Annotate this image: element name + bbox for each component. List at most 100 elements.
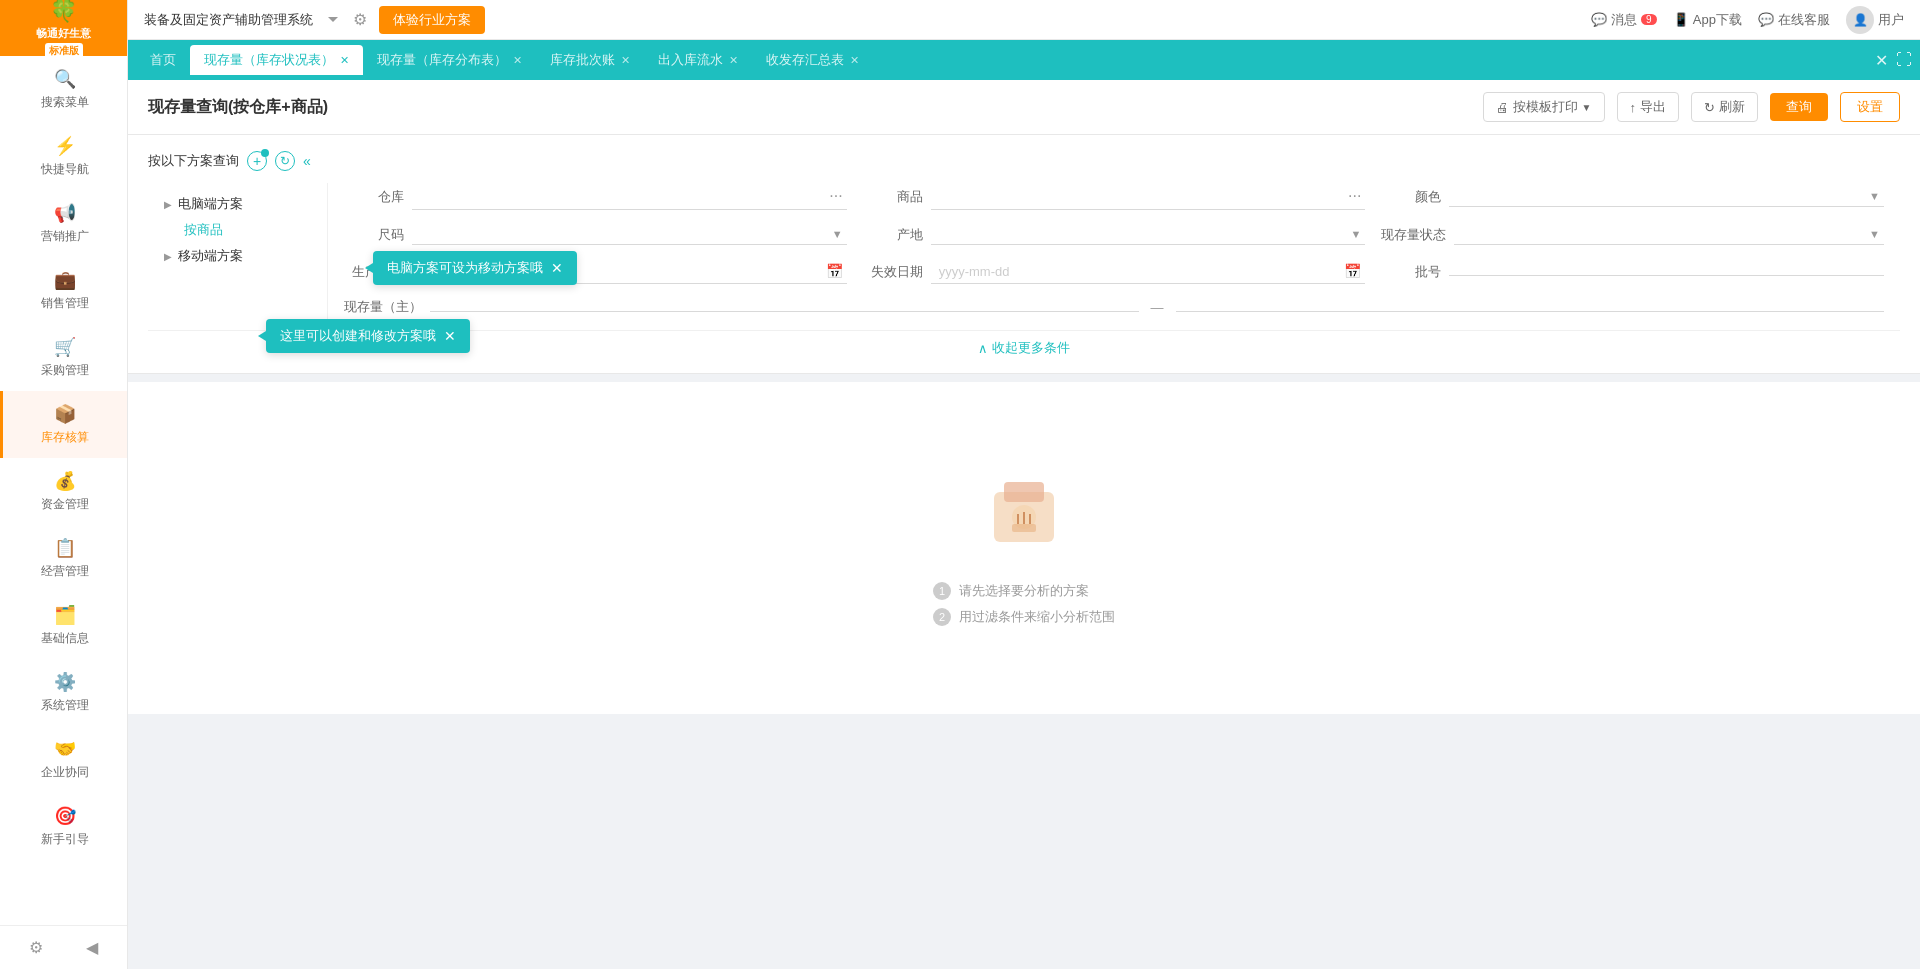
app-download-btn[interactable]: 📱 App下载 xyxy=(1673,11,1742,29)
sidebar-item-cooperation[interactable]: 🤝 企业协同 xyxy=(0,726,127,793)
back-scheme-btn[interactable]: « xyxy=(303,153,311,169)
phone-icon: 📱 xyxy=(1673,12,1689,27)
warehouse-more-icon[interactable]: ··· xyxy=(825,187,846,205)
trial-btn[interactable]: 体验行业方案 xyxy=(379,6,485,34)
warehouse-label: 仓库 xyxy=(344,188,404,206)
origin-dropdown-icon: ▼ xyxy=(1350,228,1365,240)
color-select[interactable]: ▼ xyxy=(1449,186,1884,207)
collapse-sidebar-icon[interactable]: ◀ xyxy=(86,938,98,957)
sidebar-item-inventory[interactable]: 📦 库存核算 xyxy=(0,391,127,458)
marketing-icon: 📢 xyxy=(54,202,76,224)
origin-select[interactable]: ▼ xyxy=(931,224,1366,245)
tab-home[interactable]: 首页 xyxy=(136,45,190,75)
sidebar-item-sales[interactable]: 💼 销售管理 xyxy=(0,257,127,324)
tab-close-inventory-dist[interactable]: ✕ xyxy=(513,54,522,67)
size-select[interactable]: ▼ xyxy=(412,224,847,245)
desktop-scheme-label: 电脑端方案 xyxy=(178,195,243,213)
notification-btn[interactable]: 💬 消息 9 xyxy=(1591,11,1657,29)
edit-scheme-tooltip: 这里可以创建和修改方案哦 ✕ xyxy=(266,319,470,353)
tab-in-out-flow-label: 出入库流水 xyxy=(658,51,723,69)
filter-row-2: 尺码 ▼ 产地 ▼ 现存量状态 xyxy=(344,224,1884,245)
search-btn[interactable]: 查询 xyxy=(1770,93,1828,121)
goods-label: 商品 xyxy=(863,188,923,206)
sidebar-item-system[interactable]: ⚙️ 系统管理 xyxy=(0,659,127,726)
size-dropdown-icon: ▼ xyxy=(832,228,847,240)
add-scheme-tooltip: 电脑方案可设为移动方案哦 ✕ xyxy=(373,251,577,285)
notification-label: 消息 xyxy=(1611,11,1637,29)
warehouse-select[interactable]: ··· xyxy=(412,183,847,210)
tip-text-1: 请先选择要分析的方案 xyxy=(959,582,1089,600)
finance-icon: 💰 xyxy=(54,470,76,492)
close-all-tabs-icon[interactable]: ✕ xyxy=(1875,51,1888,70)
filter-header: 按以下方案查询 + ↻ « xyxy=(148,151,1900,171)
expiry-date-calendar-icon[interactable]: 📅 xyxy=(1344,263,1365,279)
size-label: 尺码 xyxy=(344,226,404,244)
empty-tip-2: 2 用过滤条件来缩小分析范围 xyxy=(933,608,1115,626)
sidebar-item-guide[interactable]: 🎯 新手引导 xyxy=(0,793,127,860)
inventory-main-input[interactable] xyxy=(430,303,1139,312)
expiry-date-input-wrap[interactable]: yyyy-mm-dd 📅 xyxy=(931,259,1366,284)
desktop-scheme-node[interactable]: ▶ 电脑端方案 xyxy=(164,191,327,217)
mobile-scheme-label: 移动端方案 xyxy=(178,247,243,265)
scheme-tree: ▶ 电脑端方案 按商品 ▶ 移动端方案 xyxy=(148,191,327,269)
export-icon: ↑ xyxy=(1630,100,1637,115)
empty-state: 1 请先选择要分析的方案 2 用过滤条件来缩小分析范围 xyxy=(128,382,1920,714)
close-edit-tooltip-btn[interactable]: ✕ xyxy=(444,328,456,344)
print-btn[interactable]: 🖨 按模板打印 ▼ xyxy=(1483,92,1605,122)
tab-inventory-status-label: 现存量（库存状况表） xyxy=(204,51,334,69)
refresh-scheme-btn[interactable]: ↻ xyxy=(275,151,295,171)
tab-batch-account[interactable]: 库存批次账 ✕ xyxy=(536,45,644,75)
set-btn[interactable]: 设置 xyxy=(1840,92,1900,122)
filter-header-label: 按以下方案查询 xyxy=(148,152,239,170)
inventory-main-label: 现存量（主） xyxy=(344,298,422,316)
tab-in-out-flow[interactable]: 出入库流水 ✕ xyxy=(644,45,752,75)
user-label: 用户 xyxy=(1878,11,1904,29)
desktop-scheme-child-label: 按商品 xyxy=(184,221,223,239)
dropdown-arrow-icon[interactable] xyxy=(325,12,341,28)
lot-number-input[interactable] xyxy=(1449,267,1884,276)
collapse-label: 收起更多条件 xyxy=(992,339,1070,357)
sidebar-item-basic[interactable]: 🗂️ 基础信息 xyxy=(0,592,127,659)
print-dropdown-icon: ▼ xyxy=(1582,102,1592,113)
production-date-calendar-icon[interactable]: 📅 xyxy=(826,263,847,279)
sidebar-item-search-menu[interactable]: 🔍 搜索菜单 xyxy=(0,56,127,123)
tab-close-receive-summary[interactable]: ✕ xyxy=(850,54,859,67)
sidebar-item-finance[interactable]: 💰 资金管理 xyxy=(0,458,127,525)
inventory-status-select[interactable]: ▼ xyxy=(1454,224,1884,245)
user-profile[interactable]: 👤 用户 xyxy=(1846,6,1904,34)
settings-bottom-icon[interactable]: ⚙ xyxy=(29,938,43,957)
sidebar-item-label: 系统管理 xyxy=(41,697,89,714)
export-btn[interactable]: ↑ 导出 xyxy=(1617,92,1680,122)
sidebar-item-quick-nav[interactable]: ⚡ 快捷导航 xyxy=(0,123,127,190)
quick-nav-icon: ⚡ xyxy=(54,135,76,157)
sidebar-item-purchase[interactable]: 🛒 采购管理 xyxy=(0,324,127,391)
tab-receive-summary[interactable]: 收发存汇总表 ✕ xyxy=(752,45,873,75)
sidebar-item-marketing[interactable]: 📢 营销推广 xyxy=(0,190,127,257)
inventory-main-input2[interactable] xyxy=(1176,303,1885,312)
gear-icon[interactable]: ⚙ xyxy=(353,10,367,29)
goods-select[interactable]: ··· xyxy=(931,183,1366,210)
filter-row-1: 仓库 ··· 商品 ··· 颜色 xyxy=(344,183,1884,210)
dash-separator: — xyxy=(1151,300,1164,315)
expand-icon[interactable]: ⛶ xyxy=(1896,51,1912,69)
online-service-label: 在线客服 xyxy=(1778,11,1830,29)
tab-close-batch-account[interactable]: ✕ xyxy=(621,54,630,67)
tab-close-in-out-flow[interactable]: ✕ xyxy=(729,54,738,67)
mobile-scheme-node[interactable]: ▶ 移动端方案 xyxy=(164,243,327,269)
lot-number-group: 批号 xyxy=(1381,263,1884,281)
header: 装备及固定资产辅助管理系统 ⚙ 体验行业方案 💬 消息 9 📱 App下载 💬 … xyxy=(128,0,1920,40)
online-service-btn[interactable]: 💬 在线客服 xyxy=(1758,11,1830,29)
export-label: 导出 xyxy=(1640,98,1666,116)
sidebar-item-label: 快捷导航 xyxy=(41,161,89,178)
origin-group: 产地 ▼ xyxy=(863,224,1366,245)
sidebar-item-label: 基础信息 xyxy=(41,630,89,647)
sidebar-item-business[interactable]: 📋 经营管理 xyxy=(0,525,127,592)
tab-close-inventory-status[interactable]: ✕ xyxy=(340,54,349,67)
desktop-scheme-child[interactable]: 按商品 xyxy=(184,217,327,243)
tab-inventory-status[interactable]: 现存量（库存状况表） ✕ xyxy=(190,45,363,75)
close-add-tooltip-btn[interactable]: ✕ xyxy=(551,260,563,276)
refresh-btn[interactable]: ↻ 刷新 xyxy=(1691,92,1758,122)
system-name: 装备及固定资产辅助管理系统 xyxy=(144,11,313,29)
goods-more-icon[interactable]: ··· xyxy=(1344,187,1365,205)
tab-inventory-dist[interactable]: 现存量（库存分布表） ✕ xyxy=(363,45,536,75)
